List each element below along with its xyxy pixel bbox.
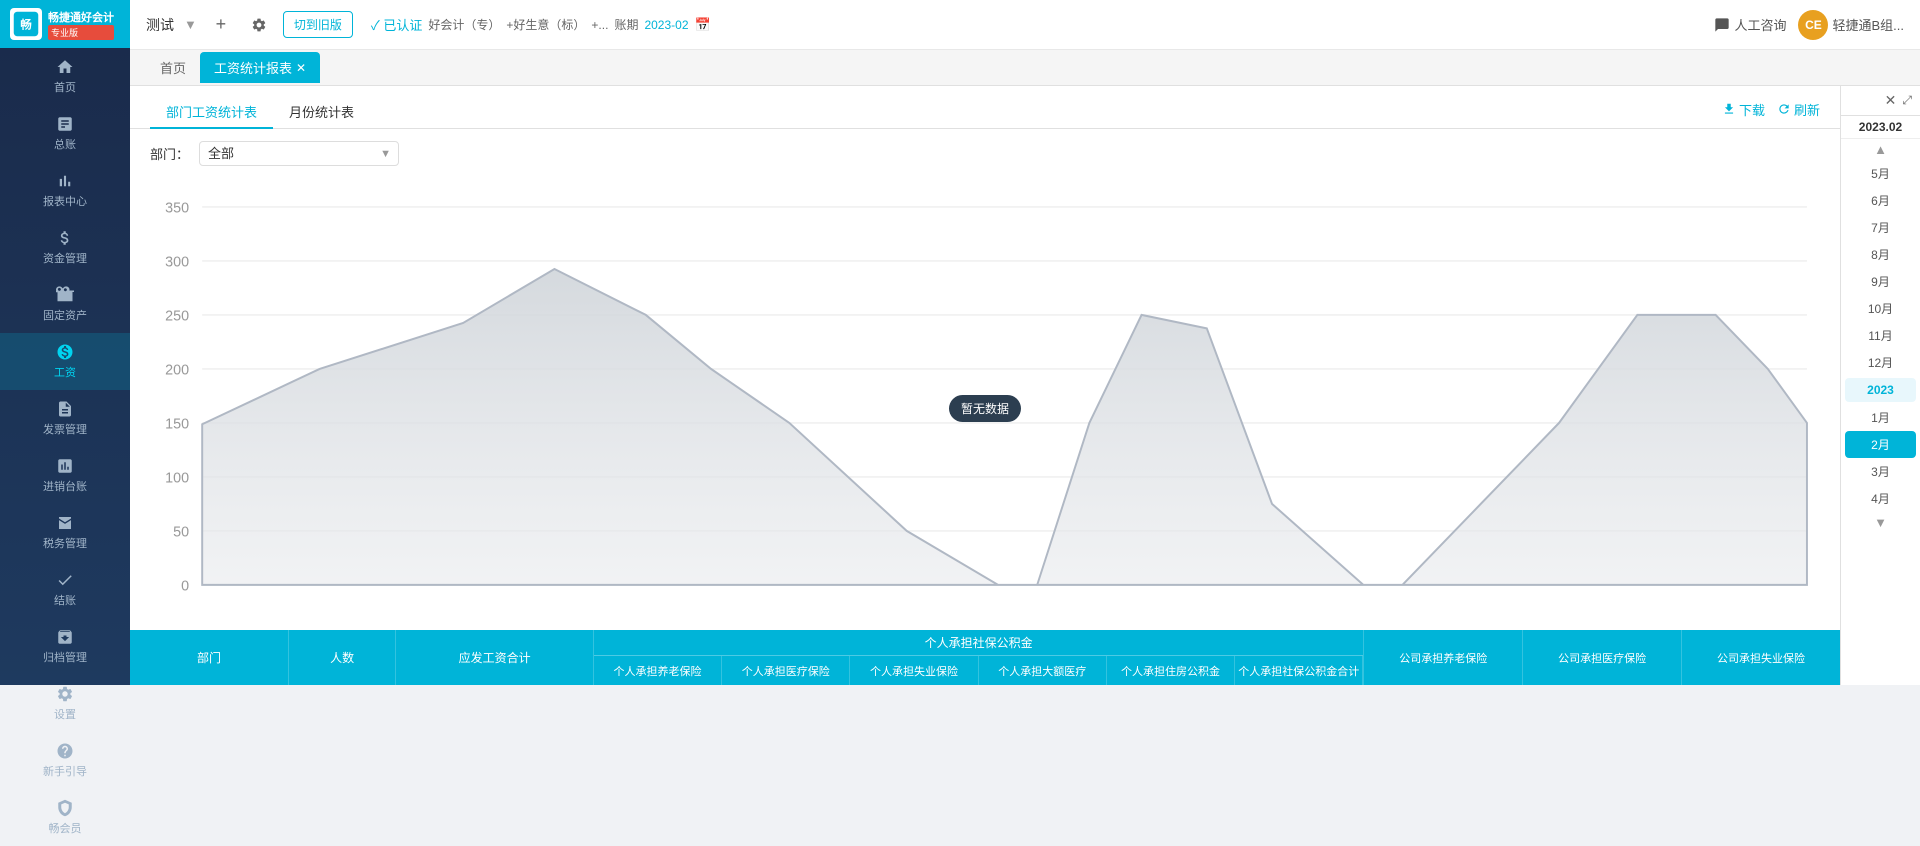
sidebar-item-settings[interactable]: 设置 bbox=[0, 675, 130, 732]
month-jan-2023[interactable]: 1月 bbox=[1841, 404, 1920, 431]
th-personal-medical: 个人承担医疗保险 bbox=[722, 656, 850, 685]
logo-icon: 畅 bbox=[10, 8, 42, 40]
user-menu-button[interactable]: CE 轻捷通B组... bbox=[1798, 10, 1904, 40]
topbar: 测试 ▼ + 切到旧版 ✓ 已认证 好会计（专） +好生意（标） +... 账期… bbox=[130, 0, 1920, 50]
topbar-right: 人工咨询 CE 轻捷通B组... bbox=[1714, 10, 1904, 40]
th-personal-total: 个人承担社保公积金合计 bbox=[1235, 656, 1363, 685]
th-people: 人数 bbox=[289, 630, 397, 685]
sidebar-item-reports[interactable]: 报表中心 bbox=[0, 162, 130, 219]
tab-home[interactable]: 首页 bbox=[146, 52, 200, 83]
sidebar-item-guide[interactable]: 新手引导 bbox=[0, 732, 130, 789]
sub-tab-dept[interactable]: 部门工资统计表 bbox=[150, 96, 273, 129]
dept-filter-label: 部门： bbox=[150, 144, 189, 163]
main-content: 测试 ▼ + 切到旧版 ✓ 已认证 好会计（专） +好生意（标） +... 账期… bbox=[130, 0, 1920, 685]
dept-filter-wrapper: 全部 财务部 销售部 技术部 行政部 ▼ bbox=[199, 141, 399, 166]
current-date-display: 2023.02 bbox=[1841, 116, 1920, 139]
th-personal-housing: 个人承担住房公积金 bbox=[1107, 656, 1235, 685]
content-area: 部门工资统计表 月份统计表 下载 刷新 部 bbox=[130, 86, 1920, 685]
sidebar: 畅 畅捷通好会计 专业版 首页 总账 报表中心 资金管理 固定资产 工资 发票管… bbox=[0, 0, 130, 685]
more-tag: +... bbox=[591, 18, 608, 32]
month-sep-2022[interactable]: 9月 bbox=[1841, 268, 1920, 295]
th-company-unemployment: 公司承担失业保险 bbox=[1682, 630, 1840, 685]
month-may-2022[interactable]: 5月 bbox=[1841, 160, 1920, 187]
add-button[interactable]: + bbox=[207, 11, 235, 39]
right-panel-close-button[interactable]: ✕ bbox=[1885, 92, 1897, 109]
sidebar-item-ledger[interactable]: 总账 bbox=[0, 105, 130, 162]
month-mar-2023[interactable]: 3月 bbox=[1841, 458, 1920, 485]
sidebar-item-sales[interactable]: 进销台账 bbox=[0, 447, 130, 504]
svg-text:200: 200 bbox=[165, 362, 189, 378]
period-label: 账期 bbox=[614, 16, 638, 33]
date-selector: 2023.02 ▲ 5月 6月 7月 8月 9月 10月 11月 12月 202… bbox=[1841, 116, 1920, 685]
topbar-tags: ✓ 已认证 好会计（专） +好生意（标） +... 账期 2023-02 📅 bbox=[371, 15, 711, 34]
th-personal-critical: 个人承担大额医疗 bbox=[979, 656, 1107, 685]
sidebar-item-tax[interactable]: 税务管理 bbox=[0, 504, 130, 561]
sidebar-item-funds[interactable]: 资金管理 bbox=[0, 219, 130, 276]
month-apr-2023[interactable]: 4月 bbox=[1841, 485, 1920, 512]
sidebar-item-assets[interactable]: 固定资产 bbox=[0, 276, 130, 333]
account-type-tag: 好会计（专） bbox=[428, 16, 500, 33]
svg-text:100: 100 bbox=[165, 470, 189, 486]
svg-text:350: 350 bbox=[165, 200, 189, 216]
year-2023-label: 2023 bbox=[1845, 378, 1916, 402]
svg-text:0: 0 bbox=[181, 578, 189, 594]
sidebar-item-archive[interactable]: 归档管理 bbox=[0, 618, 130, 675]
dept-filter-select[interactable]: 全部 财务部 销售部 技术部 行政部 bbox=[199, 141, 399, 166]
sidebar-item-checkout[interactable]: 结账 bbox=[0, 561, 130, 618]
topbar-title: 测试 bbox=[146, 15, 174, 35]
sidebar-logo: 畅 畅捷通好会计 专业版 bbox=[0, 0, 130, 48]
scroll-down-button[interactable]: ▼ bbox=[1841, 512, 1920, 533]
right-panel: ✕ ⤢ 2023.02 ▲ 5月 6月 7月 8月 9月 10月 11月 12月 bbox=[1840, 86, 1920, 685]
sidebar-item-home[interactable]: 首页 bbox=[0, 48, 130, 105]
month-jun-2022[interactable]: 6月 bbox=[1841, 187, 1920, 214]
sub-tab-monthly[interactable]: 月份统计表 bbox=[273, 96, 370, 129]
th-total-salary: 应发工资合计 bbox=[396, 630, 593, 685]
chart-area: 350 300 250 200 150 100 50 0 bbox=[130, 178, 1840, 630]
tab-close-icon[interactable]: ✕ bbox=[296, 61, 306, 75]
calendar-icon[interactable]: 📅 bbox=[695, 17, 711, 33]
avatar: CE bbox=[1798, 10, 1828, 40]
sidebar-item-vip[interactable]: 畅会员 bbox=[0, 789, 130, 846]
month-feb-2023[interactable]: 2月 bbox=[1845, 431, 1916, 458]
th-company-pension: 公司承担养老保险 bbox=[1364, 630, 1523, 685]
th-personal-insurance-group: 个人承担社保公积金 个人承担养老保险 个人承担医疗保险 个人承担失业保险 个人承… bbox=[594, 630, 1364, 685]
th-personal-unemployment: 个人承担失业保险 bbox=[850, 656, 978, 685]
logo-text: 畅捷通好会计 专业版 bbox=[48, 9, 114, 40]
period-value: 2023-02 bbox=[644, 18, 688, 32]
month-dec-2022[interactable]: 12月 bbox=[1841, 349, 1920, 376]
right-panel-expand-button[interactable]: ⤢ bbox=[1902, 93, 1912, 108]
svg-text:畅: 畅 bbox=[20, 17, 31, 31]
month-jul-2022[interactable]: 7月 bbox=[1841, 214, 1920, 241]
sub-tab-actions: 下载 刷新 bbox=[1722, 100, 1820, 125]
month-nov-2022[interactable]: 11月 bbox=[1841, 322, 1920, 349]
bottom-table-header: 部门 人数 应发工资合计 个人承担社保公积金 个人承担养老保险 个人承担医疗保险 bbox=[130, 630, 1840, 685]
svg-text:50: 50 bbox=[173, 524, 189, 540]
sidebar-item-salary[interactable]: 工资 bbox=[0, 333, 130, 390]
switch-old-version-button[interactable]: 切到旧版 bbox=[283, 11, 353, 38]
main-panel: 部门工资统计表 月份统计表 下载 刷新 部 bbox=[130, 86, 1840, 685]
th-company-medical: 公司承担医疗保险 bbox=[1523, 630, 1682, 685]
refresh-button[interactable]: 刷新 bbox=[1777, 100, 1820, 119]
svg-text:150: 150 bbox=[165, 416, 189, 432]
scroll-up-button[interactable]: ▲ bbox=[1841, 139, 1920, 160]
settings-button[interactable] bbox=[245, 11, 273, 39]
customer-service-button[interactable]: 人工咨询 bbox=[1714, 15, 1786, 34]
svg-text:300: 300 bbox=[165, 254, 189, 270]
filter-row: 部门： 全部 财务部 销售部 技术部 行政部 ▼ bbox=[130, 129, 1840, 178]
svg-text:250: 250 bbox=[165, 308, 189, 324]
salary-chart: 350 300 250 200 150 100 50 0 bbox=[150, 188, 1820, 620]
sidebar-item-invoice[interactable]: 发票管理 bbox=[0, 390, 130, 447]
th-dept: 部门 bbox=[130, 630, 289, 685]
th-personal-pension: 个人承担养老保险 bbox=[594, 656, 722, 685]
download-button[interactable]: 下载 bbox=[1722, 100, 1765, 119]
month-aug-2022[interactable]: 8月 bbox=[1841, 241, 1920, 268]
tab-salary-report[interactable]: 工资统计报表 ✕ bbox=[200, 52, 320, 83]
tabbar: 首页 工资统计报表 ✕ bbox=[130, 50, 1920, 86]
sub-tabbar: 部门工资统计表 月份统计表 下载 刷新 bbox=[130, 86, 1840, 129]
right-panel-header: ✕ ⤢ bbox=[1841, 86, 1920, 116]
biz-tag: +好生意（标） bbox=[506, 16, 585, 33]
month-oct-2022[interactable]: 10月 bbox=[1841, 295, 1920, 322]
topbar-dropdown-arrow[interactable]: ▼ bbox=[184, 17, 197, 32]
certified-tag: ✓ 已认证 bbox=[371, 15, 423, 34]
